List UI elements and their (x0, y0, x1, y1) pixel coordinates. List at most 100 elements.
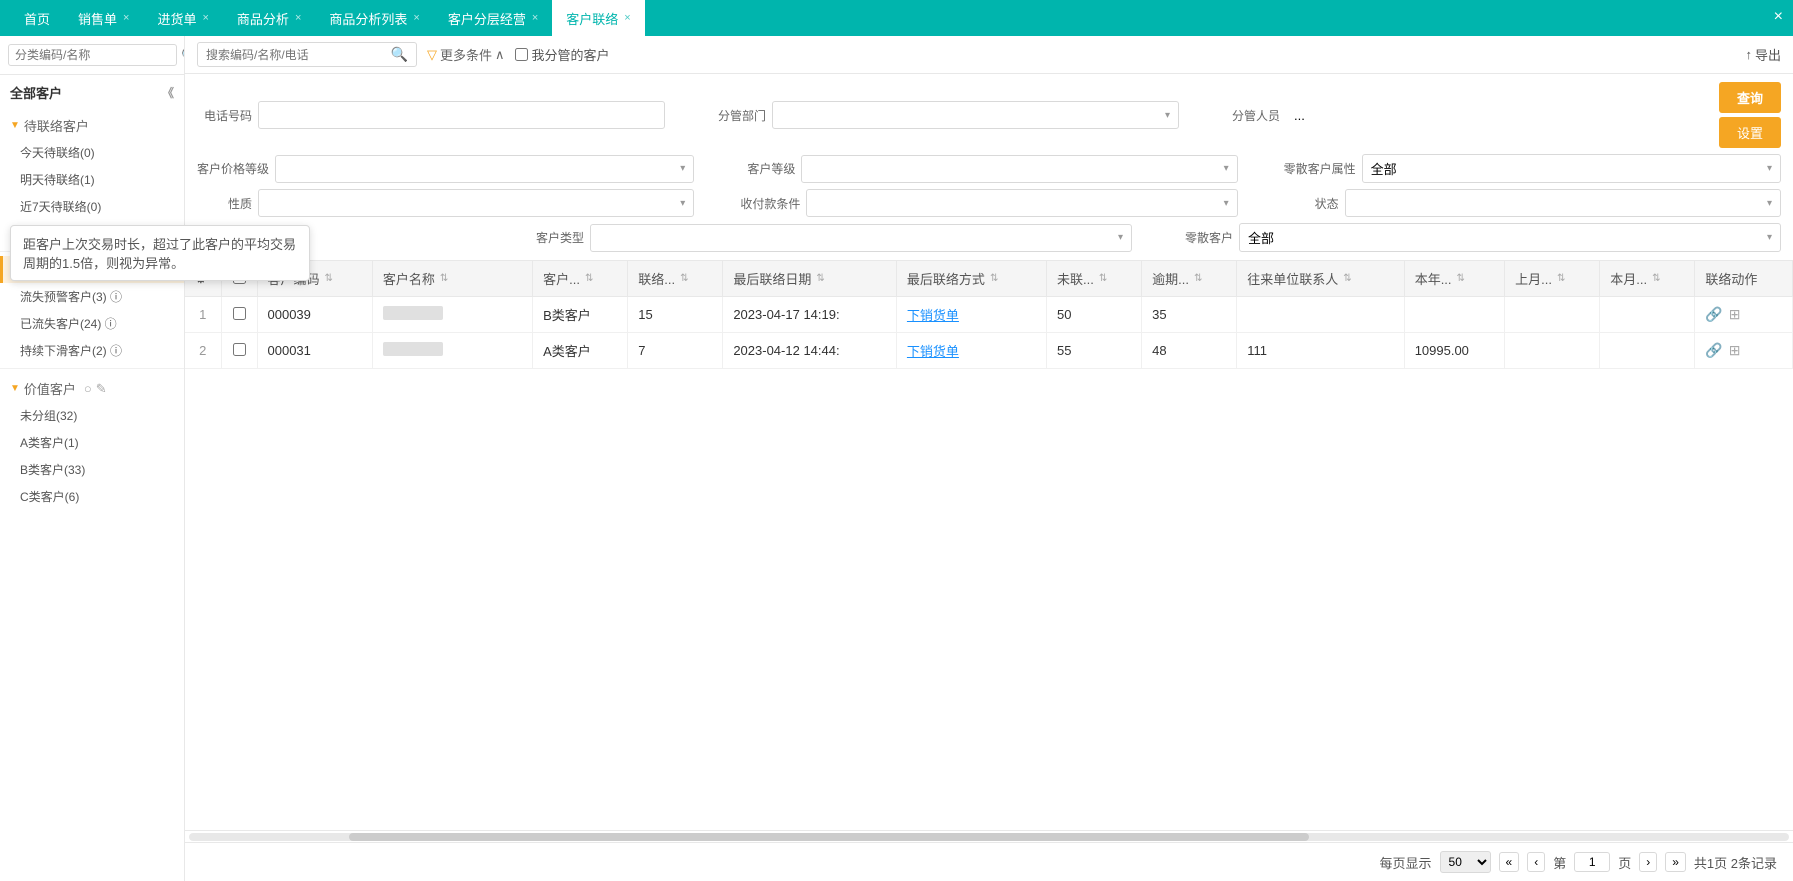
tab-analysis[interactable]: 商品分析 × (223, 0, 315, 36)
export-icon: ↑ (1745, 47, 1752, 62)
th-last-month[interactable]: 上月... ⇅ (1505, 261, 1600, 297)
sidebar-item-c-class[interactable]: C类客户(6) (0, 483, 184, 510)
th-contact-count[interactable]: 联络... ⇅ (628, 261, 723, 297)
sidebar-item-a-class[interactable]: A类客户(1) (0, 429, 184, 456)
tab-purchase[interactable]: 进货单 × (143, 0, 222, 36)
row-link-icon[interactable]: 🔗 (1705, 306, 1722, 323)
retail-attr-select[interactable]: 全部 ▾ (1362, 154, 1781, 183)
tooltip-box: 距客户上次交易时长，超过了此客户的平均交易周期的1.5倍，则视为异常。 (10, 225, 185, 281)
scrollbar-thumb[interactable] (349, 833, 1309, 841)
main-search-input[interactable] (206, 48, 391, 62)
row-last-method[interactable]: 下销货单 (896, 333, 1046, 369)
main-search-icon[interactable]: 🔍 (391, 46, 408, 63)
manager-field: 分管人员 ... (1225, 101, 1693, 129)
row-level: A类客户 (533, 333, 628, 369)
row-contacts (1237, 297, 1404, 333)
row-this-month (1600, 297, 1695, 333)
value-group-edit[interactable]: ○ (84, 381, 92, 396)
payment-select[interactable]: ▾ (806, 189, 1237, 217)
row-checkbox-cell (221, 297, 257, 333)
value-group-settings[interactable]: ✎ (96, 381, 107, 397)
th-this-month[interactable]: 本月... ⇅ (1600, 261, 1695, 297)
close-sales-tab[interactable]: × (123, 12, 129, 24)
th-overdue[interactable]: 逾期... ⇅ (1142, 261, 1237, 297)
close-analysis-tab[interactable]: × (295, 12, 301, 24)
sidebar-item-7days[interactable]: 近7天待联络(0) (0, 193, 184, 220)
row-num: 1 (185, 297, 221, 333)
retail-customer-select[interactable]: 全部 ▾ (1239, 223, 1781, 252)
current-page-input[interactable] (1574, 852, 1610, 872)
close-analysis-list-tab[interactable]: × (413, 12, 419, 24)
close-contact-tab[interactable]: × (624, 12, 630, 24)
gender-select[interactable]: ▾ (258, 189, 694, 217)
row-link-icon[interactable]: 🔗 (1705, 342, 1722, 359)
row-checkbox[interactable] (233, 307, 246, 320)
row-num: 2 (185, 333, 221, 369)
dept-select[interactable]: ▾ (772, 101, 1179, 129)
sidebar-item-churn-warning[interactable]: 流失预警客户(3) ⓘ (0, 283, 184, 310)
more-conditions-btn[interactable]: ▽ 更多条件 ∧ (427, 45, 505, 64)
my-customers-toggle[interactable]: 我分管的客户 (515, 45, 610, 64)
export-button[interactable]: ↑ 导出 (1745, 45, 1781, 64)
sidebar-search-input[interactable] (8, 44, 177, 66)
row-grid-icon[interactable]: ⊞ (1729, 306, 1741, 323)
all-customers-header[interactable]: 全部客户 《 (0, 75, 184, 110)
customer-level-arrow: ▾ (1224, 163, 1229, 174)
last-page-button[interactable]: » (1665, 852, 1686, 872)
filter-row-2: 客户价格等级 ▾ 客户等级 ▾ 零散客户属性 (197, 154, 1781, 183)
collapse-icon[interactable]: 《 (162, 84, 174, 101)
tab-home[interactable]: 首页 (10, 0, 64, 36)
th-last-method[interactable]: 最后联络方式 ⇅ (896, 261, 1046, 297)
th-contacts[interactable]: 往来单位联系人 ⇅ (1237, 261, 1404, 297)
prev-page-button[interactable]: ‹ (1527, 852, 1545, 872)
manager-input[interactable]: ... (1286, 101, 1693, 129)
close-segment-tab[interactable]: × (532, 12, 538, 24)
th-this-year[interactable]: 本年... ⇅ (1404, 261, 1504, 297)
row-this-month (1600, 333, 1695, 369)
sort-icon-method: ⇅ (990, 273, 998, 284)
sidebar-search-area: 🔍 (0, 36, 184, 75)
row-level: B类客户 (533, 297, 628, 333)
close-window-icon[interactable]: × (1774, 8, 1783, 26)
sidebar-item-b-class[interactable]: B类客户(33) (0, 456, 184, 483)
sidebar-item-today[interactable]: 今天待联络(0) (0, 139, 184, 166)
status-arrow: ▾ (1767, 198, 1772, 209)
th-no-contact[interactable]: 未联... ⇅ (1047, 261, 1142, 297)
sidebar-item-churned[interactable]: 已流失客户(24) ⓘ (0, 310, 184, 337)
settings-button[interactable]: 设置 (1719, 117, 1781, 148)
row-last-method[interactable]: 下销货单 (896, 297, 1046, 333)
sidebar-group-pending[interactable]: ▼ 待联络客户 (0, 110, 184, 139)
row-checkbox[interactable] (233, 343, 246, 356)
price-level-select[interactable]: ▾ (275, 155, 694, 183)
th-level[interactable]: 客户... ⇅ (533, 261, 628, 297)
close-purchase-tab[interactable]: × (202, 12, 208, 24)
phone-input[interactable] (258, 101, 665, 129)
query-button[interactable]: 查询 (1719, 82, 1781, 113)
sidebar-item-ungrouped[interactable]: 未分组(32) (0, 402, 184, 429)
customer-type-select[interactable]: ▾ (590, 224, 1132, 252)
sidebar-item-tomorrow[interactable]: 明天待联络(1) (0, 166, 184, 193)
status-select[interactable]: ▾ (1345, 189, 1781, 217)
th-name[interactable]: 客户名称 ⇅ (372, 261, 532, 297)
sort-icon-overdue: ⇅ (1194, 273, 1202, 284)
my-customers-checkbox[interactable] (515, 48, 528, 61)
page-size-select[interactable]: 50 100 200 (1440, 851, 1491, 873)
th-last-date[interactable]: 最后联络日期 ⇅ (723, 261, 897, 297)
tab-sales[interactable]: 销售单 × (64, 0, 143, 36)
horizontal-scrollbar[interactable] (185, 830, 1793, 842)
sidebar-item-declining[interactable]: 持续下滑客户(2) ⓘ (0, 337, 184, 364)
phone-field: 电话号码 (197, 101, 665, 129)
customer-level-select[interactable]: ▾ (801, 155, 1237, 183)
customer-level-field: 客户等级 ▾ (740, 155, 1237, 183)
next-page-button[interactable]: › (1639, 852, 1657, 872)
tab-analysis-list[interactable]: 商品分析列表 × (315, 0, 433, 36)
row-grid-icon[interactable]: ⊞ (1729, 342, 1741, 359)
first-page-button[interactable]: « (1499, 852, 1520, 872)
tab-customer-segment[interactable]: 客户分层经营 × (434, 0, 552, 36)
filter-row-1: 电话号码 分管部门 ▾ 分管人员 ... (197, 82, 1781, 148)
customer-type-arrow: ▾ (1118, 232, 1123, 243)
advanced-filter: 电话号码 分管部门 ▾ 分管人员 ... (185, 74, 1793, 261)
tab-customer-contact[interactable]: 客户联络 × (552, 0, 644, 36)
sort-icon-date: ⇅ (816, 273, 824, 284)
row-last-date: 2023-04-12 14:44: (723, 333, 897, 369)
